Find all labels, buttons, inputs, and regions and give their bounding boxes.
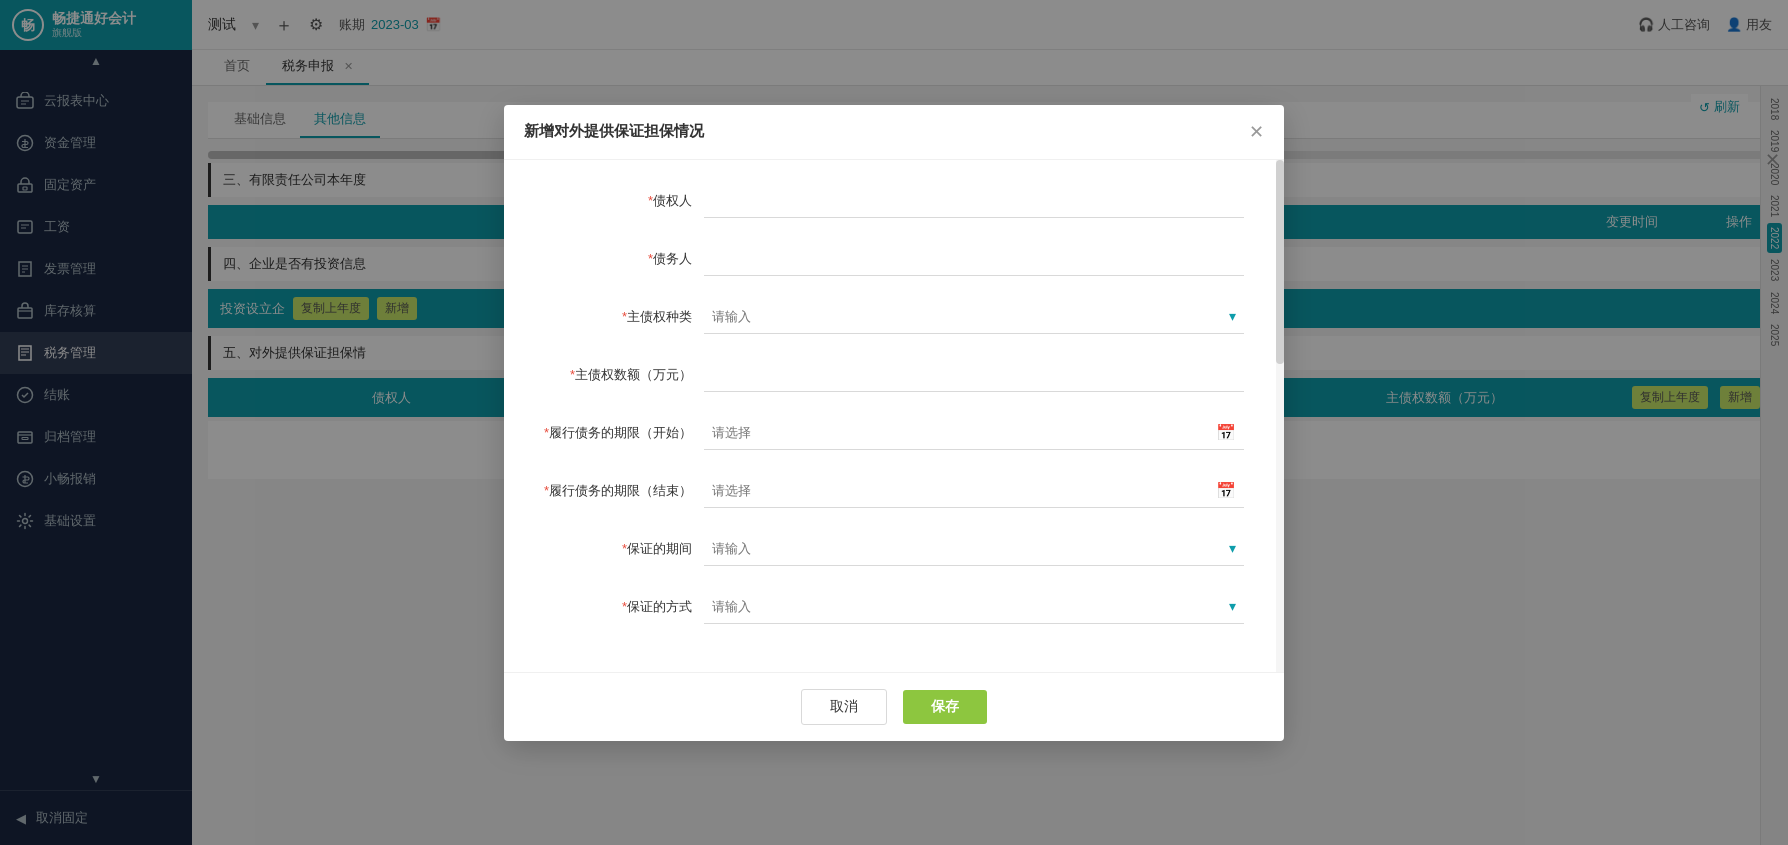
debtor-label: *债务人 <box>544 250 704 268</box>
obligation-end-input[interactable] <box>704 479 1216 502</box>
guarantee-method-label: *保证的方式 <box>544 598 704 616</box>
form-row-debtor: *债务人 <box>544 242 1244 276</box>
claim-type-arrow-icon[interactable]: ▾ <box>1229 308 1244 324</box>
claim-type-select[interactable]: ▾ <box>704 300 1244 334</box>
guarantee-method-input[interactable] <box>704 595 1229 618</box>
guarantee-period-select[interactable]: ▾ <box>704 532 1244 566</box>
modal-body: *债权人 *债务人 *主债权种类 ▾ <box>504 160 1284 672</box>
guarantee-period-input[interactable] <box>704 537 1229 560</box>
start-calendar-icon[interactable]: 📅 <box>1216 423 1244 442</box>
claim-amount-label: *主债权数额（万元） <box>544 366 704 384</box>
cancel-button[interactable]: 取消 <box>801 689 887 725</box>
obligation-start-input[interactable] <box>704 421 1216 444</box>
form-row-claim-type: *主债权种类 ▾ <box>544 300 1244 334</box>
obligation-end-datepicker[interactable]: 📅 <box>704 474 1244 508</box>
modal: 新增对外提供保证担保情况 ✕ *债权人 *债务人 *主债权种类 <box>504 105 1284 741</box>
form-row-obligation-start: *履行债务的期限（开始） 📅 <box>544 416 1244 450</box>
guarantee-period-label: *保证的期间 <box>544 540 704 558</box>
creditor-input[interactable] <box>704 184 1244 218</box>
form-row-obligation-end: *履行债务的期限（结束） 📅 <box>544 474 1244 508</box>
modal-scroll-thumb[interactable] <box>1276 160 1284 365</box>
claim-amount-input[interactable] <box>704 358 1244 392</box>
modal-close-btn[interactable]: ✕ <box>1249 121 1264 143</box>
guarantee-method-select[interactable]: ▾ <box>704 590 1244 624</box>
guarantee-period-arrow-icon[interactable]: ▾ <box>1229 540 1244 556</box>
debtor-input[interactable] <box>704 242 1244 276</box>
form-row-guarantee-period: *保证的期间 ▾ <box>544 532 1244 566</box>
modal-header: 新增对外提供保证担保情况 ✕ <box>504 105 1284 160</box>
obligation-end-label: *履行债务的期限（结束） <box>544 482 704 500</box>
modal-footer: 取消 保存 <box>504 672 1284 741</box>
claim-type-input[interactable] <box>704 305 1229 328</box>
claim-type-label: *主债权种类 <box>544 308 704 326</box>
form-row-guarantee-method: *保证的方式 ▾ <box>544 590 1244 624</box>
end-calendar-icon[interactable]: 📅 <box>1216 481 1244 500</box>
form-row-claim-amount: *主债权数额（万元） <box>544 358 1244 392</box>
modal-scroll-track <box>1276 160 1284 672</box>
obligation-start-datepicker[interactable]: 📅 <box>704 416 1244 450</box>
creditor-label: *债权人 <box>544 192 704 210</box>
form-row-creditor: *债权人 <box>544 184 1244 218</box>
save-button[interactable]: 保存 <box>903 690 987 724</box>
modal-title: 新增对外提供保证担保情况 <box>524 122 704 141</box>
obligation-start-label: *履行债务的期限（开始） <box>544 424 704 442</box>
guarantee-method-arrow-icon[interactable]: ▾ <box>1229 598 1244 614</box>
modal-overlay[interactable]: 新增对外提供保证担保情况 ✕ *债权人 *债务人 *主债权种类 <box>0 0 1788 845</box>
